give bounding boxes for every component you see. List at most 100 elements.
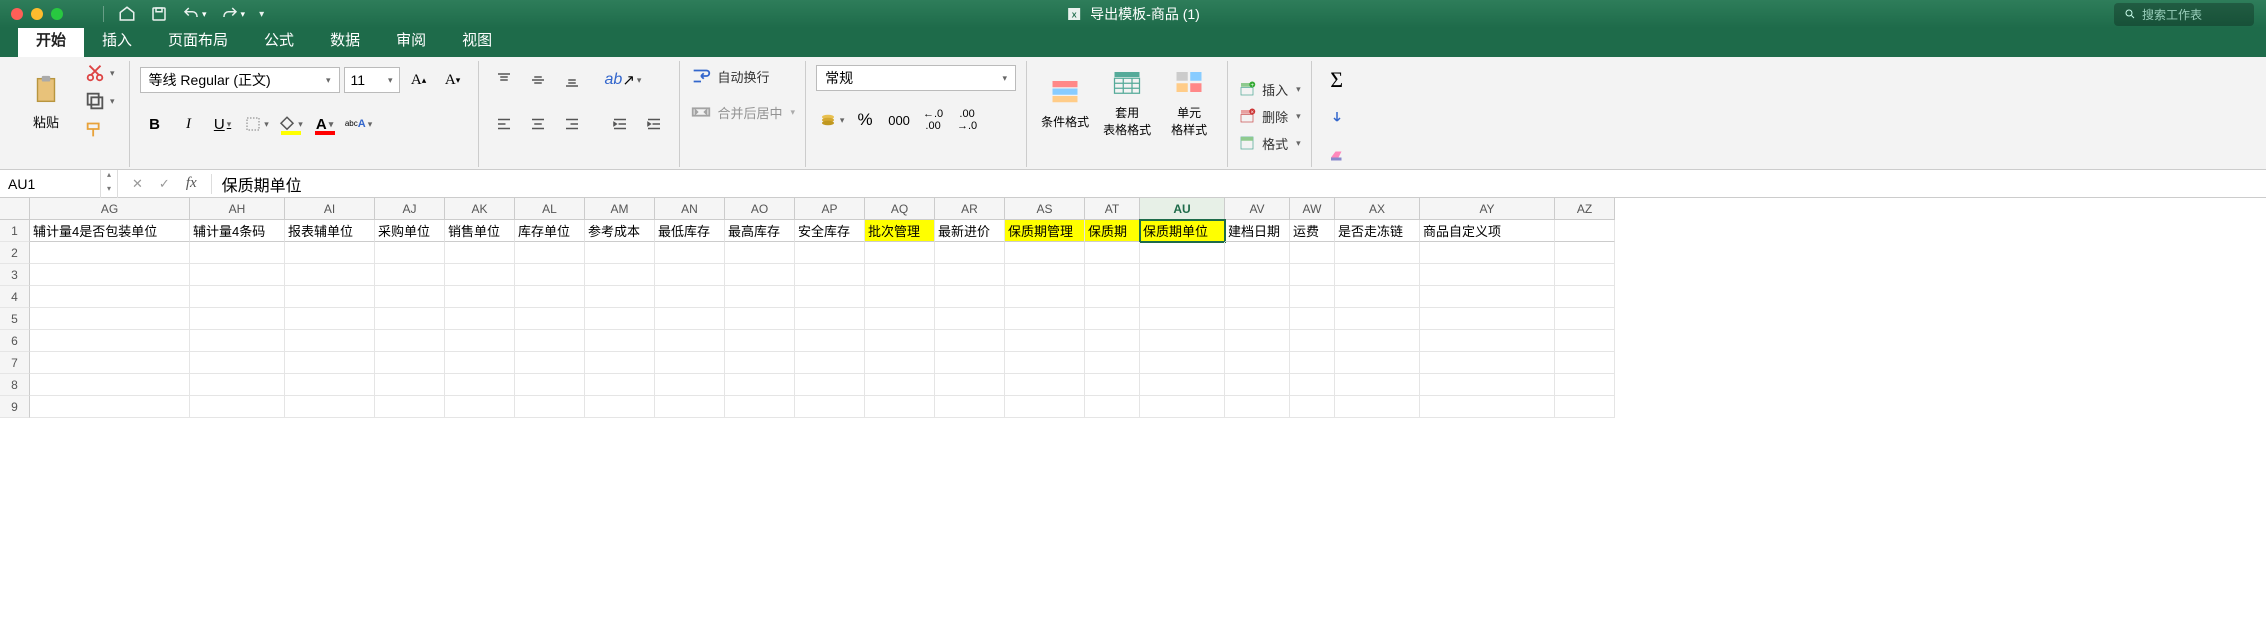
insert-cells-button[interactable]: + 插入▾ <box>1238 80 1301 99</box>
cell-AK7[interactable] <box>445 352 515 374</box>
cell-AR5[interactable] <box>935 308 1005 330</box>
cell-AV4[interactable] <box>1225 286 1290 308</box>
cell-AM8[interactable] <box>585 374 655 396</box>
row-header-7[interactable]: 7 <box>0 352 30 374</box>
align-right-button[interactable] <box>557 109 587 139</box>
cell-AK6[interactable] <box>445 330 515 352</box>
formula-input[interactable]: 保质期单位 <box>212 172 302 196</box>
merge-center-button[interactable]: 合并后居中▾ <box>690 101 796 123</box>
cell-AX8[interactable] <box>1335 374 1420 396</box>
cell-AL5[interactable] <box>515 308 585 330</box>
cell-AT1[interactable]: 保质期 <box>1085 220 1140 242</box>
row-header-9[interactable]: 9 <box>0 396 30 418</box>
column-header-AM[interactable]: AM <box>585 198 655 220</box>
cell-AK9[interactable] <box>445 396 515 418</box>
cell-AZ2[interactable] <box>1555 242 1615 264</box>
cell-AU7[interactable] <box>1140 352 1225 374</box>
fx-icon[interactable]: fx <box>186 175 197 192</box>
column-header-AR[interactable]: AR <box>935 198 1005 220</box>
cell-AN3[interactable] <box>655 264 725 286</box>
cell-AL6[interactable] <box>515 330 585 352</box>
tab-1[interactable]: 插入 <box>84 23 150 57</box>
decrease-decimal-button[interactable]: .00→.0 <box>952 105 982 135</box>
increase-indent-button[interactable] <box>639 109 669 139</box>
cell-AL4[interactable] <box>515 286 585 308</box>
cell-AT5[interactable] <box>1085 308 1140 330</box>
cell-AH8[interactable] <box>190 374 285 396</box>
cell-AL2[interactable] <box>515 242 585 264</box>
clear-button[interactable] <box>1322 141 1352 171</box>
cell-AV6[interactable] <box>1225 330 1290 352</box>
cell-AL1[interactable]: 库存单位 <box>515 220 585 242</box>
redo-button[interactable]: ▾ <box>221 5 246 23</box>
cell-AP6[interactable] <box>795 330 865 352</box>
cell-AT9[interactable] <box>1085 396 1140 418</box>
cell-AO2[interactable] <box>725 242 795 264</box>
cell-AP3[interactable] <box>795 264 865 286</box>
cut-button[interactable]: ▾ <box>84 62 115 84</box>
cell-AY4[interactable] <box>1420 286 1555 308</box>
cell-AR2[interactable] <box>935 242 1005 264</box>
wrap-text-button[interactable]: 自动换行 <box>690 65 770 87</box>
cell-AX3[interactable] <box>1335 264 1420 286</box>
cell-AS3[interactable] <box>1005 264 1085 286</box>
decrease-indent-button[interactable] <box>605 109 635 139</box>
cell-AZ1[interactable] <box>1555 220 1615 242</box>
cell-AM2[interactable] <box>585 242 655 264</box>
cell-AL9[interactable] <box>515 396 585 418</box>
cell-AQ3[interactable] <box>865 264 935 286</box>
cell-AX4[interactable] <box>1335 286 1420 308</box>
cell-AH9[interactable] <box>190 396 285 418</box>
cell-AR1[interactable]: 最新进价 <box>935 220 1005 242</box>
cell-AN6[interactable] <box>655 330 725 352</box>
cell-AI3[interactable] <box>285 264 375 286</box>
cell-AT3[interactable] <box>1085 264 1140 286</box>
cell-AP8[interactable] <box>795 374 865 396</box>
cell-AH3[interactable] <box>190 264 285 286</box>
name-box[interactable]: AU1 <box>0 176 100 192</box>
cell-AW4[interactable] <box>1290 286 1335 308</box>
cell-AN5[interactable] <box>655 308 725 330</box>
cell-AS5[interactable] <box>1005 308 1085 330</box>
cell-AR6[interactable] <box>935 330 1005 352</box>
cell-AY5[interactable] <box>1420 308 1555 330</box>
cell-AL8[interactable] <box>515 374 585 396</box>
cell-AP9[interactable] <box>795 396 865 418</box>
cell-AJ8[interactable] <box>375 374 445 396</box>
cell-AX2[interactable] <box>1335 242 1420 264</box>
column-header-AN[interactable]: AN <box>655 198 725 220</box>
column-header-AG[interactable]: AG <box>30 198 190 220</box>
cell-AT4[interactable] <box>1085 286 1140 308</box>
row-header-2[interactable]: 2 <box>0 242 30 264</box>
paste-button[interactable]: 粘贴 <box>18 61 74 141</box>
cell-AW3[interactable] <box>1290 264 1335 286</box>
cell-AR4[interactable] <box>935 286 1005 308</box>
column-header-AX[interactable]: AX <box>1335 198 1420 220</box>
cell-AM7[interactable] <box>585 352 655 374</box>
cell-AJ9[interactable] <box>375 396 445 418</box>
cell-AQ5[interactable] <box>865 308 935 330</box>
cell-AU4[interactable] <box>1140 286 1225 308</box>
fill-button[interactable] <box>1322 103 1352 133</box>
save-icon[interactable] <box>150 5 168 23</box>
cell-AJ6[interactable] <box>375 330 445 352</box>
cell-AM9[interactable] <box>585 396 655 418</box>
align-left-button[interactable] <box>489 109 519 139</box>
cell-AR7[interactable] <box>935 352 1005 374</box>
tab-2[interactable]: 页面布局 <box>150 23 246 57</box>
cell-AP7[interactable] <box>795 352 865 374</box>
cell-AW9[interactable] <box>1290 396 1335 418</box>
bold-button[interactable]: B <box>140 109 170 139</box>
cell-AU9[interactable] <box>1140 396 1225 418</box>
column-header-AZ[interactable]: AZ <box>1555 198 1615 220</box>
cell-AS9[interactable] <box>1005 396 1085 418</box>
spreadsheet-grid[interactable]: 123456789 AGAHAIAJAKALAMANAOAPAQARASATAU… <box>0 198 2266 418</box>
cell-AI1[interactable]: 报表辅单位 <box>285 220 375 242</box>
cell-AO9[interactable] <box>725 396 795 418</box>
column-header-AW[interactable]: AW <box>1290 198 1335 220</box>
cell-AN7[interactable] <box>655 352 725 374</box>
cell-AU6[interactable] <box>1140 330 1225 352</box>
cell-AY9[interactable] <box>1420 396 1555 418</box>
cell-AN1[interactable]: 最低库存 <box>655 220 725 242</box>
tab-4[interactable]: 数据 <box>312 23 378 57</box>
